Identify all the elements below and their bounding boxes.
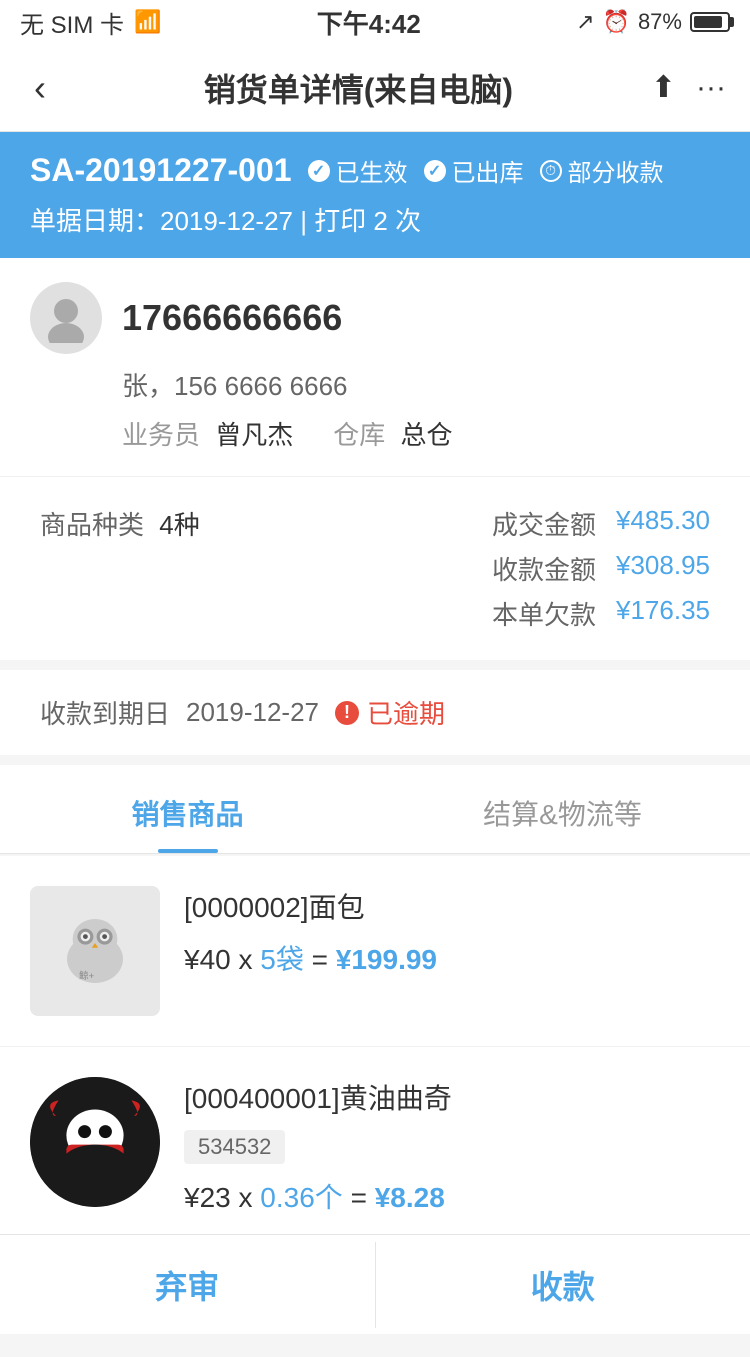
category-count: 4种 (159, 510, 199, 540)
order-number: SA-20191227-001 (30, 152, 292, 189)
location-icon: ↗ (576, 9, 594, 35)
due-date-label: 收款到期日 (40, 694, 170, 731)
back-button[interactable]: ‹ (24, 57, 56, 119)
salesperson-value: 曾凡杰 (215, 420, 293, 450)
avatar (30, 282, 102, 354)
product-price-1: ¥40 x 5袋 = ¥199.99 (184, 938, 720, 978)
product-price-2: ¥23 x 0.36个 = ¥8.28 (184, 1176, 720, 1216)
status-right: ↗ ⏰ 87% (576, 9, 730, 35)
avatar-icon (41, 293, 91, 343)
stats-row: 商品种类 4种 成交金额 ¥485.30 收款金额 ¥308.95 本单欠款 ¥… (40, 505, 710, 632)
battery-percent: 87% (638, 9, 682, 35)
received-value: ¥308.95 (616, 550, 710, 587)
product-thumb-2 (30, 1077, 160, 1207)
header-band-top: SA-20191227-001 ✓ 已生效 ✓ 已出库 ⏱ 部分收款 (30, 152, 720, 189)
customer-contact: 张，156 6666 6666 (30, 366, 720, 403)
debt-value: ¥176.35 (616, 595, 710, 632)
overdue-badge: ! 已逾期 (335, 694, 445, 731)
svg-text:鲸+: 鲸+ (79, 970, 95, 982)
tab-settlement[interactable]: 结算&物流等 (375, 765, 750, 853)
status-partial: ⏱ 部分收款 (540, 153, 664, 188)
more-icon[interactable]: ··· (696, 71, 726, 105)
product-qty-1: 5袋 (260, 944, 304, 975)
owl-icon: 鲸+ (55, 911, 135, 991)
warehouse-value: 总仓 (401, 420, 453, 450)
warehouse-label: 仓库 总仓 (333, 415, 452, 452)
customer-meta: 业务员 曾凡杰 仓库 总仓 (30, 415, 720, 452)
amount-row: 成交金额 ¥485.30 (492, 505, 710, 542)
ninja-icon (30, 1077, 160, 1207)
status-left: 无 SIM 卡 📶 (20, 5, 161, 40)
check-icon-2: ✓ (424, 160, 446, 182)
product-total-2: ¥8.28 (375, 1182, 445, 1213)
product-tag-2: 534532 (184, 1130, 285, 1164)
overdue-text: 已逾期 (367, 694, 445, 731)
due-date-value: 2019-12-27 (186, 697, 319, 728)
status-bar: 无 SIM 卡 📶 下午4:42 ↗ ⏰ 87% (0, 0, 750, 44)
products-section: 鲸+ [0000002]面包 ¥40 x 5袋 = ¥199.99 (0, 856, 750, 1247)
check-icon-1: ✓ (308, 160, 330, 182)
debt-row: 本单欠款 ¥176.35 (492, 595, 710, 632)
product-name-1: [0000002]面包 (184, 886, 720, 926)
stats-left: 商品种类 4种 (40, 505, 200, 542)
product-total-1: ¥199.99 (336, 944, 437, 975)
product-qty-2: 0.36个 (260, 1182, 343, 1213)
nav-bar: ‹ 销货单详情(来自电脑) ⬆ ··· (0, 44, 750, 132)
status-effective: ✓ 已生效 (308, 153, 408, 188)
battery-icon (690, 12, 730, 32)
product-info-1: [0000002]面包 ¥40 x 5袋 = ¥199.99 (184, 886, 720, 978)
collect-payment-button[interactable]: 收款 (376, 1242, 750, 1328)
customer-phone: 17666666666 (122, 297, 342, 339)
product-name-2: [000400001]黄油曲奇 (184, 1077, 720, 1117)
customer-top: 17666666666 (30, 282, 720, 354)
status-time: 下午4:42 (317, 4, 421, 41)
tab-products[interactable]: 销售商品 (0, 765, 375, 853)
carrier-text: 无 SIM 卡 (20, 5, 124, 40)
status-shipped: ✓ 已出库 (424, 153, 524, 188)
alarm-icon: ⏰ (603, 9, 630, 35)
share-icon[interactable]: ⬆ (651, 70, 676, 105)
customer-section: 17666666666 张，156 6666 6666 业务员 曾凡杰 仓库 总… (0, 258, 750, 477)
salesperson-label: 业务员 曾凡杰 (122, 415, 293, 452)
stats-right: 成交金额 ¥485.30 收款金额 ¥308.95 本单欠款 ¥176.35 (492, 505, 710, 632)
header-band: SA-20191227-001 ✓ 已生效 ✓ 已出库 ⏱ 部分收款 单据日期：… (0, 132, 750, 258)
product-thumb-1: 鲸+ (30, 886, 160, 1016)
bottom-bar: 弃审 收款 (0, 1234, 750, 1334)
header-date: 单据日期：2019-12-27 | 打印 2 次 (30, 201, 720, 238)
page-title: 销货单详情(来自电脑) (66, 65, 651, 111)
product-info-2: [000400001]黄油曲奇 534532 ¥23 x 0.36个 = ¥8.… (184, 1077, 720, 1216)
received-row: 收款金额 ¥308.95 (492, 550, 710, 587)
clock-icon: ⏱ (540, 160, 562, 182)
amount-value: ¥485.30 (616, 505, 710, 542)
due-section: 收款到期日 2019-12-27 ! 已逾期 (0, 670, 750, 765)
stats-section: 商品种类 4种 成交金额 ¥485.30 收款金额 ¥308.95 本单欠款 ¥… (0, 477, 750, 670)
category-item: 商品种类 4种 (40, 505, 200, 542)
overdue-icon: ! (335, 701, 359, 725)
wifi-icon: 📶 (134, 9, 161, 35)
abandon-review-button[interactable]: 弃审 (0, 1242, 376, 1328)
product-item-2: [000400001]黄油曲奇 534532 ¥23 x 0.36个 = ¥8.… (0, 1047, 750, 1247)
nav-actions: ⬆ ··· (651, 70, 726, 105)
product-item-1: 鲸+ [0000002]面包 ¥40 x 5袋 = ¥199.99 (0, 856, 750, 1047)
tabs-section: 销售商品 结算&物流等 (0, 765, 750, 854)
